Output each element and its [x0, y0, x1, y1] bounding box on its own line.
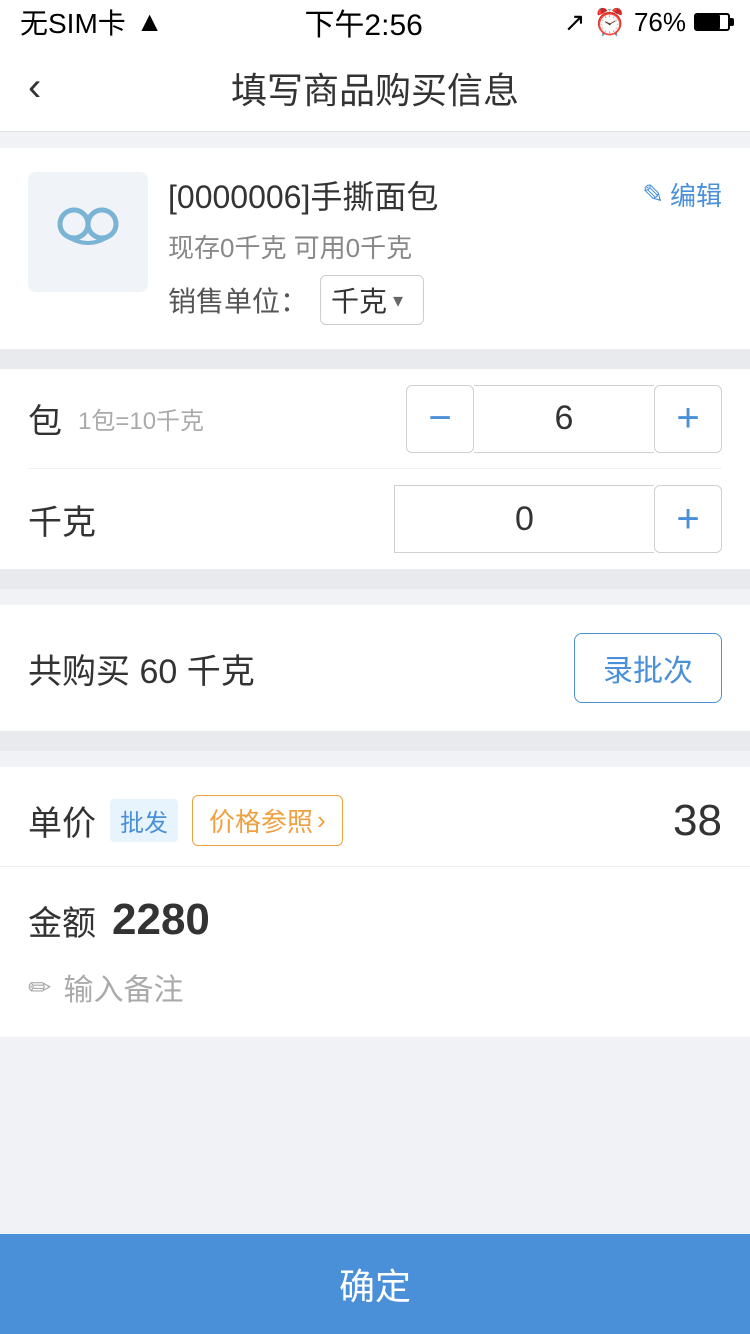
- bao-row: 包 1包=10千克 − +: [28, 369, 722, 469]
- bao-hint: 1包=10千克: [78, 401, 204, 436]
- product-stock: 现存0千克 可用0千克: [168, 228, 722, 265]
- divider-3: [0, 731, 750, 751]
- nav-bar: ‹ 填写商品购买信息: [0, 44, 750, 132]
- divider-1: [0, 349, 750, 369]
- qianke-plus-button[interactable]: +: [654, 485, 722, 553]
- price-ref-arrow-icon: ›: [317, 805, 326, 836]
- bao-input-section: 包 1包=10千克 − + 千克 +: [0, 369, 750, 569]
- wifi-icon: ▲: [136, 6, 164, 38]
- unit-select[interactable]: 千克 ▾: [320, 275, 424, 325]
- price-row: 单价 批发 价格参照 › 38: [28, 795, 722, 866]
- qianke-qty-control: +: [394, 485, 722, 553]
- carrier-text: 无SIM卡: [20, 2, 126, 42]
- battery-icon: [694, 13, 730, 31]
- bao-label: 包 1包=10千克: [28, 394, 204, 443]
- price-left: 单价 批发 价格参照 ›: [28, 795, 343, 846]
- dropdown-arrow-icon: ▾: [393, 288, 403, 313]
- product-card: [0000006]手撕面包 现存0千克 可用0千克 销售单位： 千克 ▾ ✎ 编…: [0, 148, 750, 349]
- price-ref-label: 价格参照: [209, 802, 313, 839]
- divider-2: [0, 569, 750, 589]
- alarm-icon: ⏰: [594, 7, 626, 38]
- edit-label: 编辑: [670, 176, 722, 213]
- bao-quantity-input[interactable]: [474, 385, 654, 453]
- confirm-label: 确定: [339, 1258, 411, 1310]
- bao-text: 包: [28, 394, 62, 443]
- price-label: 单价: [28, 796, 96, 845]
- remark-placeholder: 输入备注: [63, 965, 183, 1009]
- amount-value: 2280: [112, 895, 210, 945]
- amount-label: 金额: [28, 896, 96, 945]
- amount-row: 金额 2280: [28, 895, 722, 945]
- back-button[interactable]: ‹: [28, 65, 41, 110]
- bao-plus-button[interactable]: +: [654, 385, 722, 453]
- confirm-button[interactable]: 确定: [0, 1234, 750, 1334]
- status-left: 无SIM卡 ▲: [20, 2, 164, 42]
- product-name: [0000006]手撕面包: [168, 172, 722, 218]
- edit-button[interactable]: ✎ 编辑: [642, 176, 722, 213]
- page-title: 填写商品购买信息: [231, 62, 519, 114]
- unit-value: 千克: [331, 280, 387, 320]
- qianke-label: 千克: [28, 495, 96, 544]
- status-right: ↗ ⏰ 76%: [564, 7, 730, 38]
- batch-tag: 批发: [110, 799, 178, 842]
- status-bar: 无SIM卡 ▲ 下午2:56 ↗ ⏰ 76%: [0, 0, 750, 44]
- location-icon: ↗: [564, 7, 586, 38]
- price-section: 单价 批发 价格参照 › 38: [0, 767, 750, 866]
- amount-section: 金额 2280 ✏ 输入备注: [0, 866, 750, 1037]
- qianke-row: 千克 +: [28, 469, 722, 569]
- price-reference-button[interactable]: 价格参照 ›: [192, 795, 343, 846]
- batch-button[interactable]: 录批次: [574, 633, 722, 703]
- price-value: 38: [673, 796, 722, 846]
- bao-minus-button[interactable]: −: [406, 385, 474, 453]
- product-info: [0000006]手撕面包 现存0千克 可用0千克 销售单位： 千克 ▾: [168, 172, 722, 325]
- bao-qty-control: − +: [406, 385, 722, 453]
- unit-label: 销售单位：: [168, 280, 308, 320]
- battery-text: 76%: [634, 7, 686, 38]
- qianke-quantity-input[interactable]: [394, 485, 654, 553]
- qianke-text: 千克: [28, 495, 96, 544]
- pencil-icon: ✏: [28, 971, 51, 1004]
- summary-section: 共购买 60 千克 录批次: [0, 605, 750, 731]
- status-time: 下午2:56: [304, 0, 422, 44]
- summary-text: 共购买 60 千克: [28, 644, 255, 693]
- product-unit-row: 销售单位： 千克 ▾: [168, 275, 722, 325]
- edit-icon: ✎: [642, 179, 664, 210]
- remark-row[interactable]: ✏ 输入备注: [28, 965, 722, 1009]
- product-image: [28, 172, 148, 292]
